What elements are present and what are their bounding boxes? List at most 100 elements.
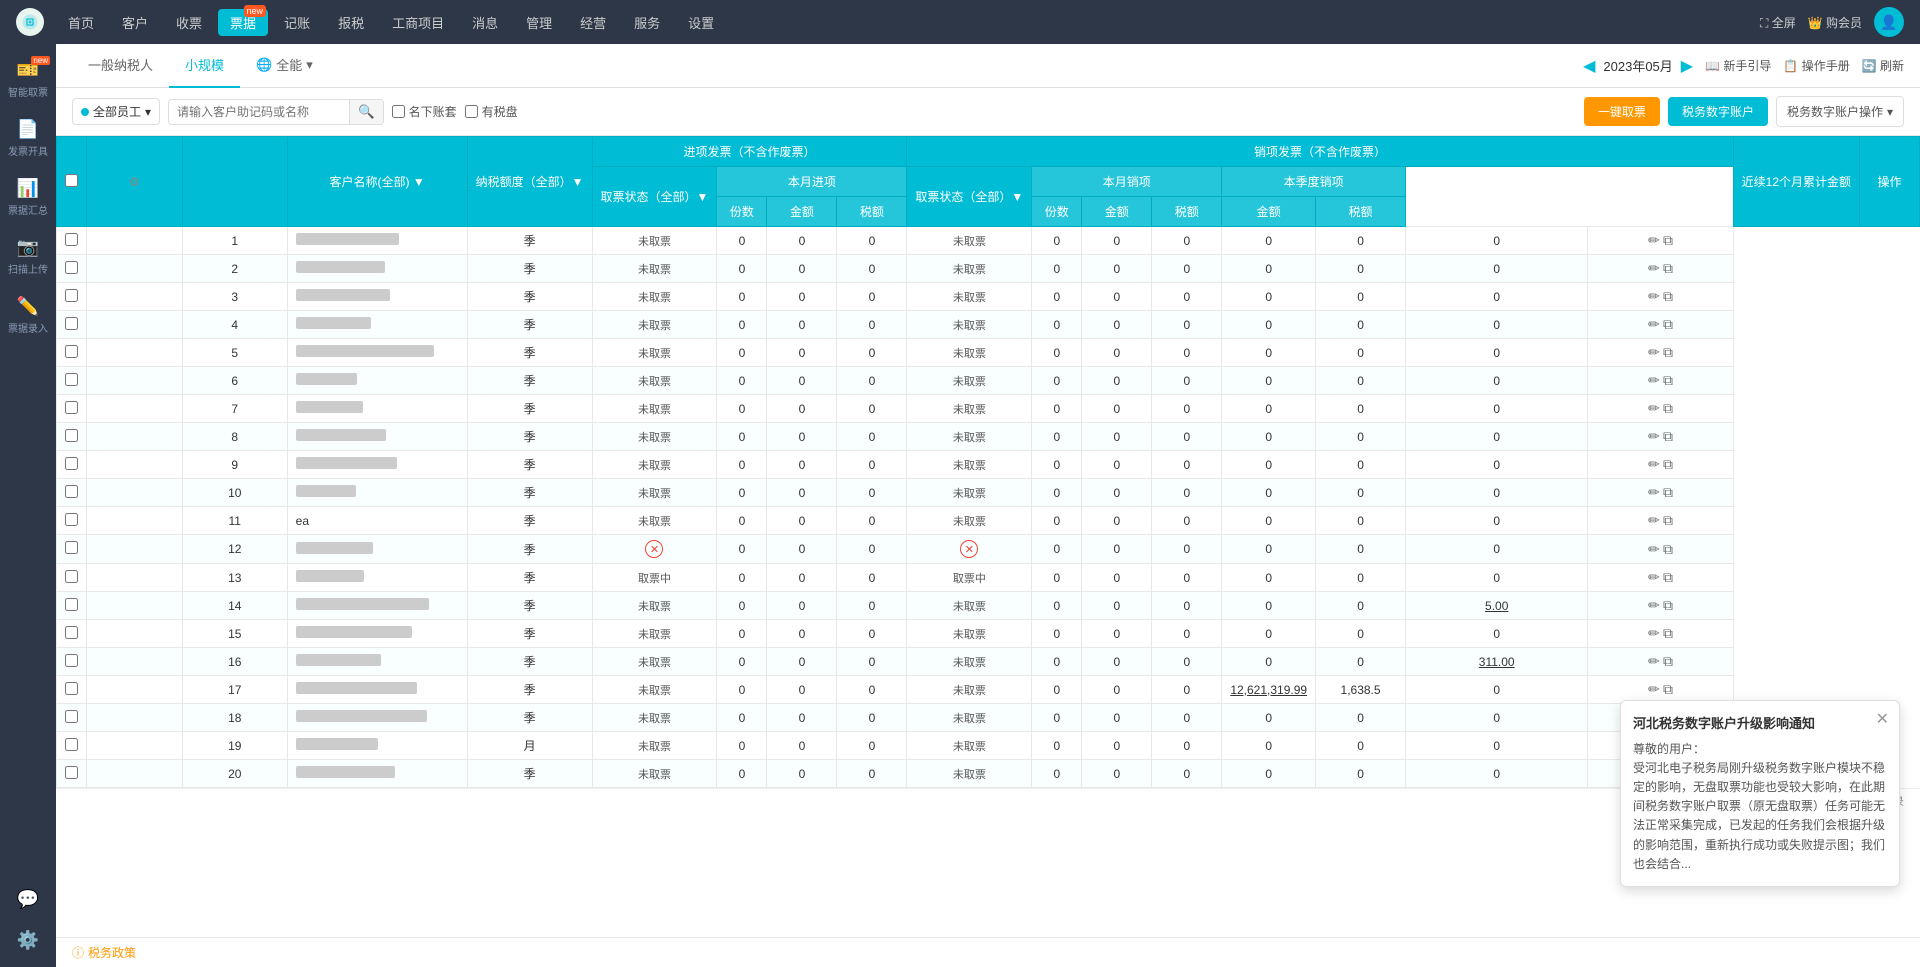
copy-action-icon[interactable]: ⧉ [1663,344,1673,360]
edit-action-icon[interactable]: ✏ [1648,456,1660,472]
checkbox-sub-account-input[interactable] [392,105,405,118]
th-inbound-status[interactable]: 取票状态（全部）▼ [592,167,717,227]
employee-filter[interactable]: 全部员工 ▾ [72,98,160,125]
row-checkbox[interactable] [65,541,78,554]
checkbox-sub-account[interactable]: 名下账套 [392,103,457,120]
edit-action-icon[interactable]: ✏ [1648,541,1660,557]
row-checkbox[interactable] [65,429,78,442]
th-outbound-status[interactable]: 取票状态（全部）▼ [907,167,1032,227]
rolling-value[interactable]: 5.00 [1485,599,1508,613]
copy-action-icon[interactable]: ⧉ [1663,316,1673,332]
row-checkbox[interactable] [65,654,78,667]
row-checkbox[interactable] [65,766,78,779]
user-avatar[interactable]: 👤 [1874,7,1904,37]
sales-amount-value[interactable]: 12,621,319.99 [1230,683,1307,697]
th-tax-quota[interactable]: 纳税额度（全部）▼ [467,137,592,227]
edit-action-icon[interactable]: ✏ [1648,400,1660,416]
sidebar-item-invoice-summary[interactable]: 📊 票据汇总 [0,170,56,225]
row-checkbox[interactable] [65,626,78,639]
copy-action-icon[interactable]: ⧉ [1663,400,1673,416]
edit-action-icon[interactable]: ✏ [1648,597,1660,613]
edit-action-icon[interactable]: ✏ [1648,316,1660,332]
sidebar-item-invoice-open[interactable]: 📄 发票开具 [0,111,56,166]
row-checkbox[interactable] [65,457,78,470]
sidebar-item-chat[interactable]: 💬 [0,881,56,918]
edit-action-icon[interactable]: ✏ [1648,288,1660,304]
next-month-button[interactable]: ▶ [1681,56,1693,76]
edit-action-icon[interactable]: ✏ [1648,653,1660,669]
copy-action-icon[interactable]: ⧉ [1663,372,1673,388]
manual-link[interactable]: 📋 操作手册 [1783,57,1849,74]
row-checkbox[interactable] [65,738,78,751]
select-all-checkbox[interactable] [65,174,78,187]
row-checkbox[interactable] [65,233,78,246]
nav-operation[interactable]: 经营 [568,9,618,36]
row-checkbox[interactable] [65,317,78,330]
settings-icon[interactable]: ⚙ [129,175,140,189]
row-checkbox[interactable] [65,570,78,583]
row-checkbox[interactable] [65,401,78,414]
nav-client[interactable]: 客户 [110,9,160,36]
copy-action-icon[interactable]: ⧉ [1663,232,1673,248]
copy-action-icon[interactable]: ⧉ [1663,681,1673,697]
row-checkbox[interactable] [65,345,78,358]
row-checkbox[interactable] [65,710,78,723]
edit-action-icon[interactable]: ✏ [1648,232,1660,248]
prev-month-button[interactable]: ◀ [1583,56,1595,76]
edit-action-icon[interactable]: ✏ [1648,512,1660,528]
nav-message[interactable]: 消息 [460,9,510,36]
edit-action-icon[interactable]: ✏ [1648,428,1660,444]
nav-manage[interactable]: 管理 [514,9,564,36]
tab-small-scale[interactable]: 小规模 [169,44,240,88]
copy-action-icon[interactable]: ⧉ [1663,569,1673,585]
notification-close-button[interactable]: ✕ [1876,709,1889,729]
copy-action-icon[interactable]: ⧉ [1663,541,1673,557]
edit-action-icon[interactable]: ✏ [1648,681,1660,697]
copy-action-icon[interactable]: ⧉ [1663,653,1673,669]
nav-home[interactable]: 首页 [56,9,106,36]
copy-action-icon[interactable]: ⧉ [1663,456,1673,472]
nav-settings[interactable]: 设置 [676,9,726,36]
copy-action-icon[interactable]: ⧉ [1663,484,1673,500]
search-button[interactable]: 🔍 [349,100,383,124]
tax-digital-account-button[interactable]: 税务数字账户 [1668,97,1768,126]
nav-business[interactable]: 工商项目 [380,9,456,36]
copy-action-icon[interactable]: ⧉ [1663,512,1673,528]
copy-action-icon[interactable]: ⧉ [1663,428,1673,444]
row-checkbox[interactable] [65,598,78,611]
row-checkbox[interactable] [65,513,78,526]
edit-action-icon[interactable]: ✏ [1648,625,1660,641]
edit-action-icon[interactable]: ✏ [1648,344,1660,360]
search-input[interactable] [169,101,349,123]
tax-digital-account-op-button[interactable]: 税务数字账户操作 ▾ [1776,96,1904,127]
new-guide-link[interactable]: 📖 新手引导 [1705,57,1771,74]
member-button[interactable]: 👑 购会员 [1808,14,1862,31]
checkbox-has-tax-disk-input[interactable] [465,105,478,118]
copy-action-icon[interactable]: ⧉ [1663,597,1673,613]
one-click-ticket-button[interactable]: 一键取票 [1584,97,1660,126]
tax-policy-link[interactable]: 税务政策 [88,944,136,961]
tab-general-taxpayer[interactable]: 一般纳税人 [72,44,169,88]
row-checkbox[interactable] [65,261,78,274]
sidebar-item-invoice-entry[interactable]: ✏️ 票据录入 [0,288,56,343]
nav-receive[interactable]: 收票 [164,9,214,36]
th-customer-name[interactable]: 客户名称(全部) ▼ [287,137,467,227]
copy-action-icon[interactable]: ⧉ [1663,625,1673,641]
edit-action-icon[interactable]: ✏ [1648,484,1660,500]
row-checkbox[interactable] [65,373,78,386]
refresh-link[interactable]: 🔄 刷新 [1862,57,1904,74]
nav-bookkeeping[interactable]: 记账 [272,9,322,36]
row-checkbox[interactable] [65,289,78,302]
sidebar-item-smart-ticket[interactable]: 🎫 智能取票 [0,52,56,107]
sidebar-item-scan-upload[interactable]: 📷 扫描上传 [0,229,56,284]
edit-action-icon[interactable]: ✏ [1648,372,1660,388]
sidebar-item-config[interactable]: ⚙️ [0,922,56,959]
edit-action-icon[interactable]: ✏ [1648,569,1660,585]
nav-service[interactable]: 服务 [622,9,672,36]
fullscreen-button[interactable]: ⛶ 全屏 [1760,14,1796,31]
checkbox-has-tax-disk[interactable]: 有税盘 [465,103,518,120]
nav-tax[interactable]: 报税 [326,9,376,36]
rolling-value[interactable]: 311.00 [1479,655,1515,669]
row-checkbox[interactable] [65,682,78,695]
copy-action-icon[interactable]: ⧉ [1663,260,1673,276]
